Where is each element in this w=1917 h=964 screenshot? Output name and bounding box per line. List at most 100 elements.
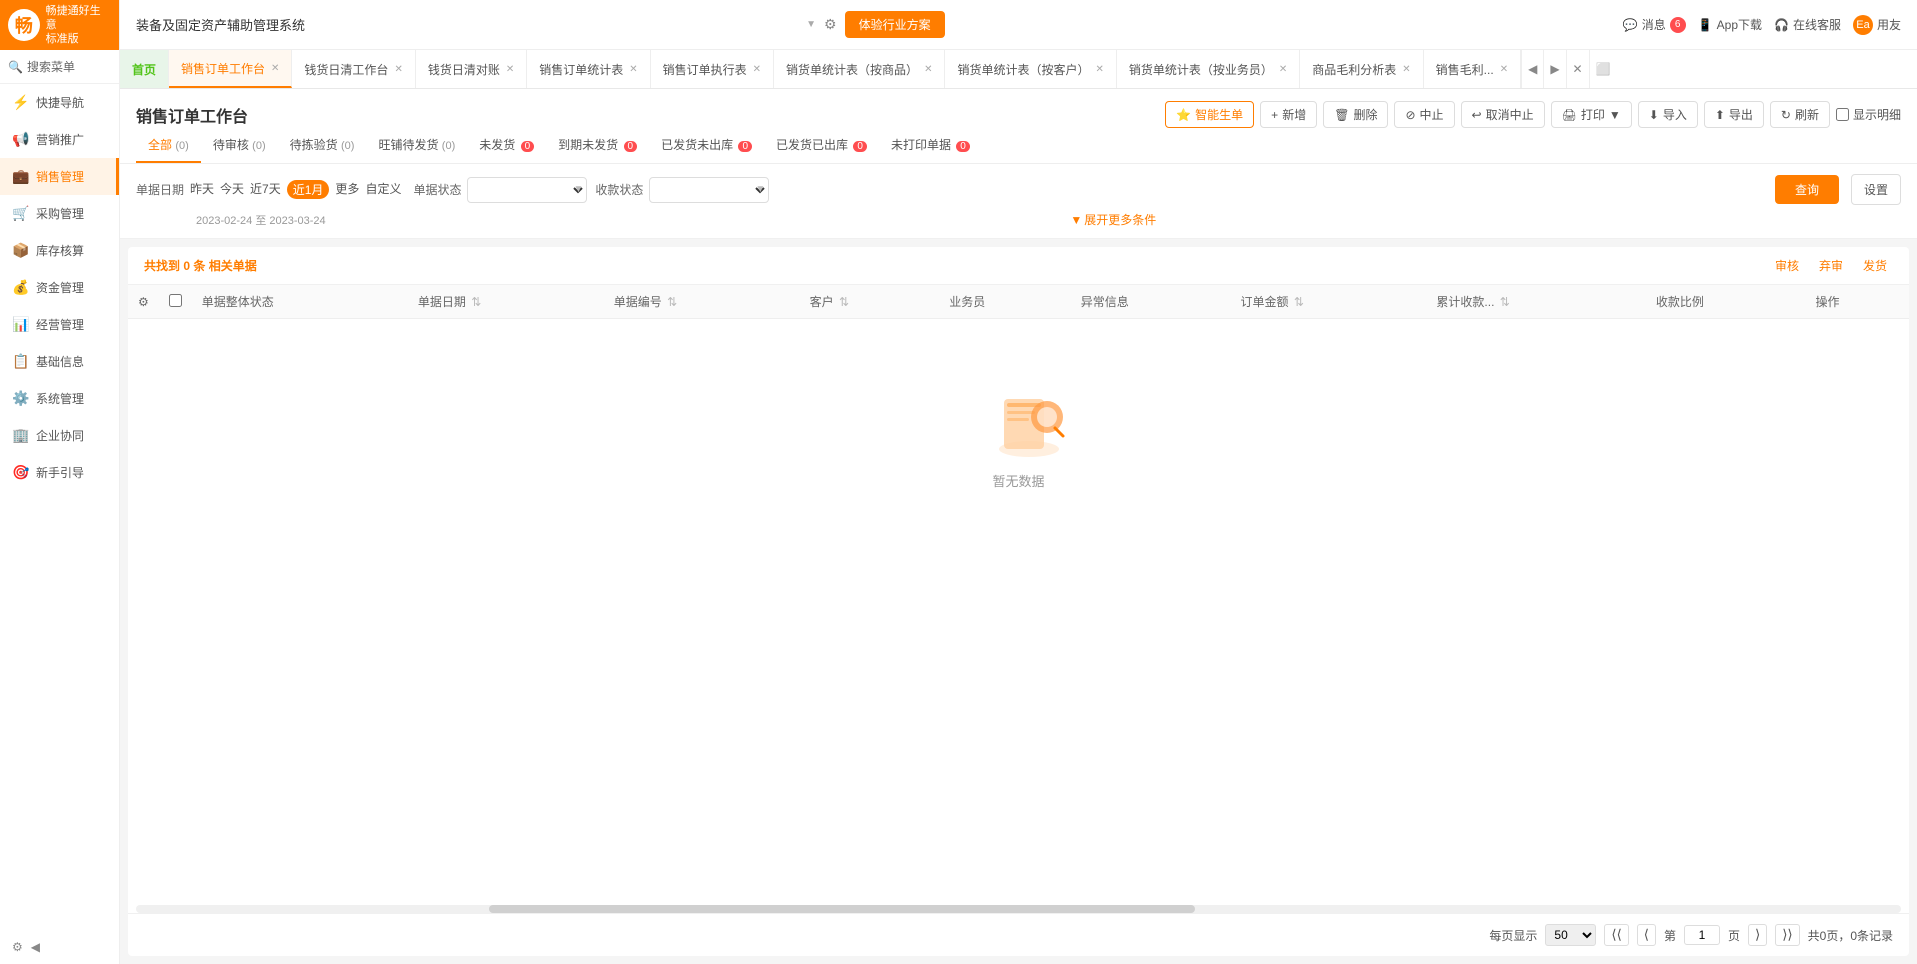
tab-maximize[interactable]: ⬜ <box>1589 50 1617 88</box>
tab-close-sales-staff[interactable]: ✕ <box>1279 64 1287 75</box>
export-icon: ⬆ <box>1715 108 1725 122</box>
sub-tab-all[interactable]: 全部 (0) <box>136 128 201 163</box>
sidebar-item-enterprise[interactable]: 🏢 企业协同 <box>0 417 119 454</box>
sub-tab-overdue-ship[interactable]: 到期未发货 0 <box>546 128 649 163</box>
page-input[interactable] <box>1684 925 1720 945</box>
cancel-stop-btn[interactable]: ↩ 取消中止 <box>1461 101 1545 128</box>
page-last-btn[interactable]: ⟩⟩ <box>1775 924 1799 946</box>
date-today[interactable]: 今天 <box>220 180 244 199</box>
tab-sales-stat[interactable]: 销售订单统计表 ✕ <box>527 50 650 88</box>
sidebar-item-purchase[interactable]: 🛒 采购管理 <box>0 195 119 232</box>
sort-date-icon[interactable]: ⇅ <box>471 295 481 309</box>
unaudit-quick-btn[interactable]: 弃审 <box>1813 255 1849 276</box>
sort-number-icon[interactable]: ⇅ <box>667 295 677 309</box>
delete-btn[interactable]: 🗑 删除 <box>1323 101 1388 128</box>
tab-nav-prev[interactable]: ◀ <box>1521 50 1543 88</box>
tab-close-sales-order[interactable]: ✕ <box>271 63 279 74</box>
tab-nav-next[interactable]: ▶ <box>1543 50 1565 88</box>
show-detail-checkbox-label[interactable]: 显示明细 <box>1836 106 1901 123</box>
date-yesterday[interactable]: 昨天 <box>190 180 214 199</box>
tab-close-cash-daily[interactable]: ✕ <box>394 64 402 75</box>
tab-close-sales-product[interactable]: ✕ <box>924 64 932 75</box>
filter-setting-btn[interactable]: 设置 <box>1851 174 1901 205</box>
refresh-btn[interactable]: ↻ 刷新 <box>1770 101 1830 128</box>
collect-filter-select[interactable] <box>649 177 769 203</box>
show-detail-checkbox[interactable] <box>1836 108 1849 121</box>
filter-date-range-row: 2023-02-24 至 2023-03-24 ▼ 展开更多条件 <box>136 211 1901 228</box>
sort-collected-icon[interactable]: ⇅ <box>1500 295 1510 309</box>
date-more[interactable]: 更多 <box>335 180 359 199</box>
sidebar-item-inventory[interactable]: 📦 库存核算 <box>0 232 119 269</box>
sidebar-item-marketing[interactable]: 📢 营销推广 <box>0 121 119 158</box>
date-7days[interactable]: 近7天 <box>250 180 281 199</box>
tab-cash-reconcile[interactable]: 钱货日清对账 ✕ <box>416 50 527 88</box>
sort-customer-icon[interactable]: ⇅ <box>839 295 849 309</box>
experience-btn[interactable]: 体验行业方案 <box>845 11 945 38</box>
date-1month[interactable]: 近1月 <box>287 180 330 199</box>
export-btn[interactable]: ⬆ 导出 <box>1704 101 1764 128</box>
sidebar-item-sales[interactable]: 💼 销售管理 <box>0 158 119 195</box>
tab-sales-order[interactable]: 销售订单工作台 ✕ <box>169 50 292 88</box>
tab-cash-daily[interactable]: 钱货日清工作台 ✕ <box>292 50 415 88</box>
tab-close-all[interactable]: ✕ <box>1566 50 1589 88</box>
status-filter-select[interactable] <box>467 177 587 203</box>
sub-tab-pending-review[interactable]: 待审核 (0) <box>201 128 278 163</box>
page-actions: ⭐ 智能生单 + 新增 🗑 删除 ⊘ 中止 ↩ 取消中止 <box>1165 101 1901 128</box>
pagination-total: 共0页，0条记录 <box>1808 927 1893 944</box>
tab-close-sales-stat[interactable]: ✕ <box>629 64 637 75</box>
tab-gross-profit[interactable]: 商品毛利分析表 ✕ <box>1300 50 1423 88</box>
tab-sales-more[interactable]: 销售毛利... ✕ <box>1424 50 1521 88</box>
page-next-btn[interactable]: ⟩ <box>1748 924 1767 946</box>
smart-create-btn[interactable]: ⭐ 智能生单 <box>1165 101 1254 128</box>
online-service-btn[interactable]: 🎧 在线客服 <box>1774 16 1841 33</box>
sidebar-item-quick-nav[interactable]: ⚡ 快捷导航 <box>0 84 119 121</box>
user-profile-btn[interactable]: Ea 用友 <box>1853 15 1901 35</box>
tab-close-sales-customer[interactable]: ✕ <box>1095 64 1103 75</box>
print-btn[interactable]: 🖨 打印 ▼ <box>1551 101 1632 128</box>
table-header-row: ⚙ 单据整体状态 单据日期 ⇅ <box>128 285 1909 319</box>
sub-tab-not-shipped[interactable]: 未发货 0 <box>467 128 546 163</box>
stop-btn[interactable]: ⊘ 中止 <box>1394 101 1454 128</box>
page-first-btn[interactable]: ⟨⟨ <box>1604 924 1628 946</box>
page-size-select[interactable]: 50 100 <box>1545 924 1596 946</box>
app-download-btn[interactable]: 📱 App下载 <box>1698 16 1762 33</box>
sub-tab-not-printed[interactable]: 未打印单据 0 <box>879 128 982 163</box>
message-btn[interactable]: 💬 消息 6 <box>1623 16 1686 33</box>
tab-close-sales-more[interactable]: ✕ <box>1500 64 1508 75</box>
tab-close-cash-reconcile[interactable]: ✕ <box>506 64 514 75</box>
sidebar-item-system[interactable]: ⚙️ 系统管理 <box>0 380 119 417</box>
column-settings-icon[interactable]: ⚙ <box>138 295 149 309</box>
expand-filter-btn[interactable]: ▼ 展开更多条件 <box>1070 211 1156 228</box>
audit-quick-btn[interactable]: 审核 <box>1769 255 1805 276</box>
scrollbar-thumb[interactable] <box>489 905 1195 913</box>
sort-amount-icon[interactable]: ⇅ <box>1294 295 1304 309</box>
query-btn[interactable]: 查询 <box>1775 175 1839 204</box>
sub-tab-shipped-not-warehoused[interactable]: 已发货未出库 0 <box>649 128 764 163</box>
page-prev-btn[interactable]: ⟨ <box>1637 924 1656 946</box>
print-dropdown[interactable]: ▼ <box>1609 108 1621 122</box>
tab-sales-customer[interactable]: 销货单统计表（按客户） ✕ <box>945 50 1116 88</box>
sidebar-item-finance[interactable]: 💰 资金管理 <box>0 269 119 306</box>
settings-gear-icon[interactable]: ⚙ <box>824 16 837 33</box>
sidebar-footer[interactable]: ⚙ ◀ <box>0 930 119 964</box>
tab-sales-product[interactable]: 销货单统计表（按商品） ✕ <box>774 50 945 88</box>
sidebar-item-guide[interactable]: 🎯 新手引导 <box>0 454 119 491</box>
table-scroll[interactable]: ⚙ 单据整体状态 单据日期 ⇅ <box>128 285 1909 905</box>
sidebar-item-operations[interactable]: 📊 经营管理 <box>0 306 119 343</box>
select-all-checkbox[interactable] <box>169 294 182 307</box>
sub-tab-shipped-warehoused[interactable]: 已发货已出库 0 <box>764 128 879 163</box>
tab-close-gross-profit[interactable]: ✕ <box>1402 64 1410 75</box>
new-btn[interactable]: + 新增 <box>1260 101 1317 128</box>
sub-tab-wangpu-ship[interactable]: 旺铺待发货 (0) <box>366 128 467 163</box>
tab-sales-staff[interactable]: 销货单统计表（按业务员） ✕ <box>1117 50 1300 88</box>
tab-close-sales-exec[interactable]: ✕ <box>753 64 761 75</box>
sidebar-item-search[interactable]: 🔍 搜索菜单 <box>0 50 119 84</box>
tab-sales-exec[interactable]: 销售订单执行表 ✕ <box>651 50 774 88</box>
sub-tab-pending-check[interactable]: 待拣验货 (0) <box>278 128 367 163</box>
sidebar-item-base-info[interactable]: 📋 基础信息 <box>0 343 119 380</box>
date-custom[interactable]: 自定义 <box>365 180 401 199</box>
import-btn[interactable]: ⬇ 导入 <box>1638 101 1698 128</box>
horizontal-scrollbar[interactable] <box>136 905 1901 913</box>
tab-home[interactable]: 首页 <box>120 50 169 88</box>
ship-quick-btn[interactable]: 发货 <box>1857 255 1893 276</box>
